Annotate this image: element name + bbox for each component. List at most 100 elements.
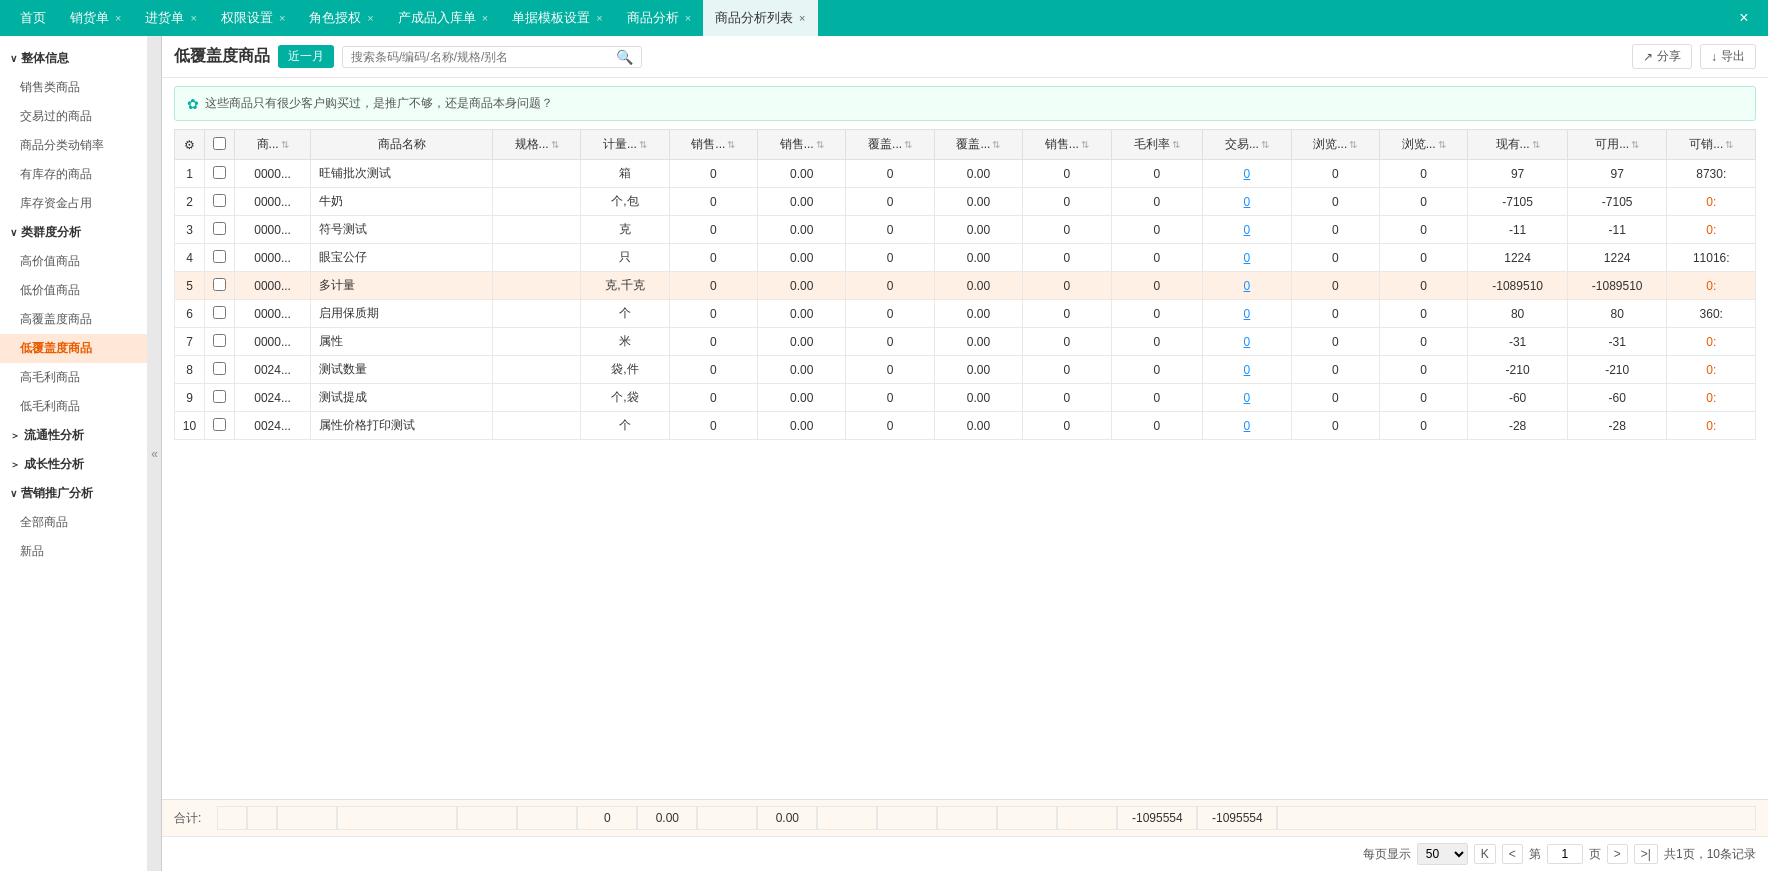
nav-permissions[interactable]: 权限设置 × (209, 0, 297, 36)
col-checkbox[interactable] (205, 130, 235, 160)
export-button[interactable]: ↓ 导出 (1700, 44, 1756, 69)
cell-s7[interactable]: 0 (1203, 244, 1291, 272)
row-checkbox[interactable] (213, 418, 226, 431)
cell-checkbox[interactable] (205, 356, 235, 384)
row-checkbox[interactable] (213, 222, 226, 235)
footer-s10: -1095554 (1117, 806, 1197, 830)
cell-checkbox[interactable] (205, 216, 235, 244)
cell-s7[interactable]: 0 (1203, 328, 1291, 356)
next-page-button[interactable]: > (1607, 844, 1628, 864)
col-gear[interactable]: ⚙ (175, 130, 205, 160)
nav-template[interactable]: 单据模板设置 × (500, 0, 614, 36)
cell-checkbox[interactable] (205, 188, 235, 216)
nav-sales[interactable]: 销货单 × (58, 0, 133, 36)
nav-product-analysis[interactable]: 商品分析 × (615, 0, 703, 36)
cell-s7[interactable]: 0 (1203, 272, 1291, 300)
page-number-input[interactable] (1547, 844, 1583, 864)
prev-page-button[interactable]: < (1502, 844, 1523, 864)
cell-s7[interactable]: 0 (1203, 188, 1291, 216)
sidebar-group-circulation[interactable]: ＞ 流通性分析 (0, 421, 147, 450)
browse-link[interactable]: 0 (1244, 307, 1251, 321)
row-checkbox[interactable] (213, 278, 226, 291)
sidebar-item-category-rate[interactable]: 商品分类动销率 (0, 131, 147, 160)
sidebar-collapse-button[interactable]: « (148, 36, 162, 871)
row-checkbox[interactable] (213, 166, 226, 179)
cell-checkbox[interactable] (205, 412, 235, 440)
sidebar-item-new-products[interactable]: 新品 (0, 537, 147, 566)
browse-link[interactable]: 0 (1244, 363, 1251, 377)
close-icon[interactable]: × (190, 12, 196, 24)
cell-name: 牛奶 (311, 188, 493, 216)
select-all-checkbox[interactable] (213, 137, 226, 150)
search-input[interactable] (351, 50, 616, 64)
sidebar-item-low-margin[interactable]: 低毛利商品 (0, 392, 147, 421)
sidebar-item-stocked-products[interactable]: 有库存的商品 (0, 160, 147, 189)
close-icon[interactable]: × (482, 12, 488, 24)
cell-s7[interactable]: 0 (1203, 160, 1291, 188)
search-icon[interactable]: 🔍 (616, 49, 633, 65)
sidebar-group-growth[interactable]: ＞ 成长性分析 (0, 450, 147, 479)
nav-product-analysis-list[interactable]: 商品分析列表 × (703, 0, 817, 36)
gear-icon[interactable]: ⚙ (184, 138, 195, 152)
sidebar-item-all-products[interactable]: 全部商品 (0, 508, 147, 537)
close-icon[interactable]: × (799, 12, 805, 24)
nav-purchase[interactable]: 进货单 × (133, 0, 208, 36)
sidebar-group-cluster[interactable]: ∨ 类群度分析 (0, 218, 147, 247)
close-icon[interactable]: × (279, 12, 285, 24)
browse-link[interactable]: 0 (1244, 335, 1251, 349)
sidebar-group-overall[interactable]: ∨ 整体信息 (0, 44, 147, 73)
row-checkbox[interactable] (213, 334, 226, 347)
browse-link[interactable]: 0 (1244, 223, 1251, 237)
cell-checkbox[interactable] (205, 384, 235, 412)
row-checkbox[interactable] (213, 194, 226, 207)
page-size-select[interactable]: 50 100 200 (1417, 843, 1468, 865)
nav-product-entry[interactable]: 产成品入库单 × (386, 0, 500, 36)
row-checkbox[interactable] (213, 390, 226, 403)
cell-checkbox[interactable] (205, 160, 235, 188)
cell-checkbox[interactable] (205, 244, 235, 272)
nav-home[interactable]: 首页 (8, 0, 58, 36)
cell-s10: -11 (1468, 216, 1568, 244)
sidebar-item-sales-products[interactable]: 销售类商品 (0, 73, 147, 102)
sidebar-item-high-value[interactable]: 高价值商品 (0, 247, 147, 276)
cell-unit: 克,千克 (581, 272, 669, 300)
cell-s6: 0 (1111, 188, 1203, 216)
table-wrapper[interactable]: ⚙ 商...⇅ 商品名称 规格...⇅ 计量...⇅ 销售...⇅ 销售...⇅… (162, 129, 1768, 799)
cell-s10: 1224 (1468, 244, 1568, 272)
sidebar-group-marketing[interactable]: ∨ 营销推广分析 (0, 479, 147, 508)
last-page-button[interactable]: >| (1634, 844, 1658, 864)
cell-checkbox[interactable] (205, 300, 235, 328)
window-close-button[interactable]: × (1728, 2, 1760, 34)
cell-s7[interactable]: 0 (1203, 216, 1291, 244)
sidebar-item-high-margin[interactable]: 高毛利商品 (0, 363, 147, 392)
row-checkbox[interactable] (213, 306, 226, 319)
cell-s7[interactable]: 0 (1203, 356, 1291, 384)
share-button[interactable]: ↗ 分享 (1632, 44, 1692, 69)
sidebar-item-inventory-capital[interactable]: 库存资金占用 (0, 189, 147, 218)
close-icon[interactable]: × (685, 12, 691, 24)
row-checkbox[interactable] (213, 362, 226, 375)
cell-checkbox[interactable] (205, 328, 235, 356)
sidebar-item-low-coverage[interactable]: 低覆盖度商品 (0, 334, 147, 363)
cell-s7[interactable]: 0 (1203, 412, 1291, 440)
nav-role[interactable]: 角色授权 × (297, 0, 385, 36)
close-icon[interactable]: × (367, 12, 373, 24)
browse-link[interactable]: 0 (1244, 419, 1251, 433)
close-icon[interactable]: × (115, 12, 121, 24)
cell-s7[interactable]: 0 (1203, 384, 1291, 412)
cell-s7[interactable]: 0 (1203, 300, 1291, 328)
browse-link[interactable]: 0 (1244, 391, 1251, 405)
cell-checkbox[interactable] (205, 272, 235, 300)
period-button[interactable]: 近一月 (278, 45, 334, 68)
row-checkbox[interactable] (213, 250, 226, 263)
cell-s5: 0 (1023, 244, 1111, 272)
sidebar-item-low-value[interactable]: 低价值商品 (0, 276, 147, 305)
browse-link[interactable]: 0 (1244, 167, 1251, 181)
close-icon[interactable]: × (596, 12, 602, 24)
browse-link[interactable]: 0 (1244, 195, 1251, 209)
browse-link[interactable]: 0 (1244, 279, 1251, 293)
browse-link[interactable]: 0 (1244, 251, 1251, 265)
first-page-button[interactable]: K (1474, 844, 1496, 864)
sidebar-item-high-coverage[interactable]: 高覆盖度商品 (0, 305, 147, 334)
sidebar-item-traded-products[interactable]: 交易过的商品 (0, 102, 147, 131)
